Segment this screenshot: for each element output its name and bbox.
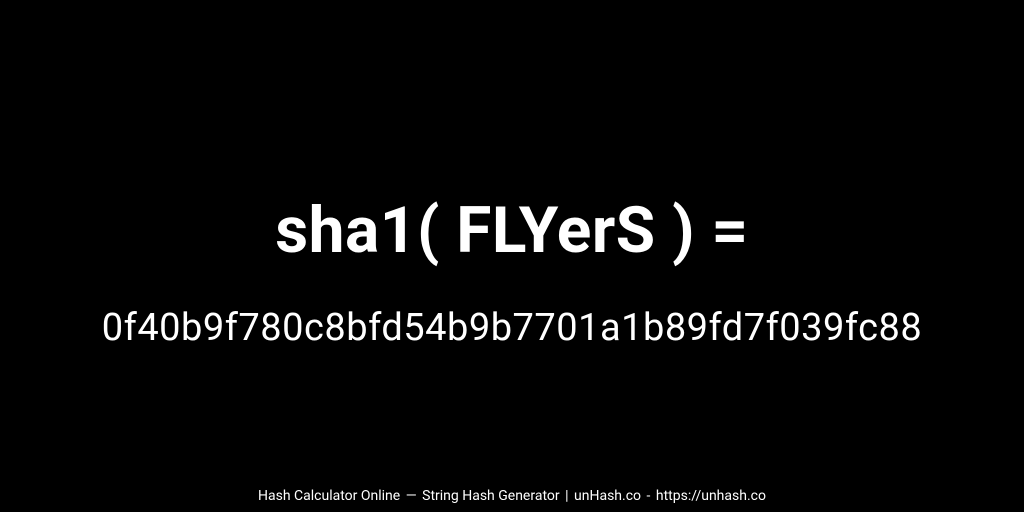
footer-url: https://unhash.co [656, 488, 766, 504]
footer-separator: | [565, 488, 568, 504]
footer-app-name: Hash Calculator Online [258, 488, 400, 504]
footer-separator: - [647, 488, 651, 504]
footer-text: Hash Calculator Online — String Hash Gen… [0, 488, 1024, 504]
main-content: sha1( FLYerS ) = 0f40b9f780c8bfd54b9b770… [0, 30, 1024, 512]
hash-expression: sha1( FLYerS ) = [275, 193, 748, 268]
footer-subtitle: String Hash Generator [422, 488, 560, 504]
footer-separator: — [406, 488, 417, 504]
footer-brand: unHash.co [574, 488, 641, 504]
hash-result: 0f40b9f780c8bfd54b9b7701a1b89fd7f039fc88 [102, 306, 923, 350]
